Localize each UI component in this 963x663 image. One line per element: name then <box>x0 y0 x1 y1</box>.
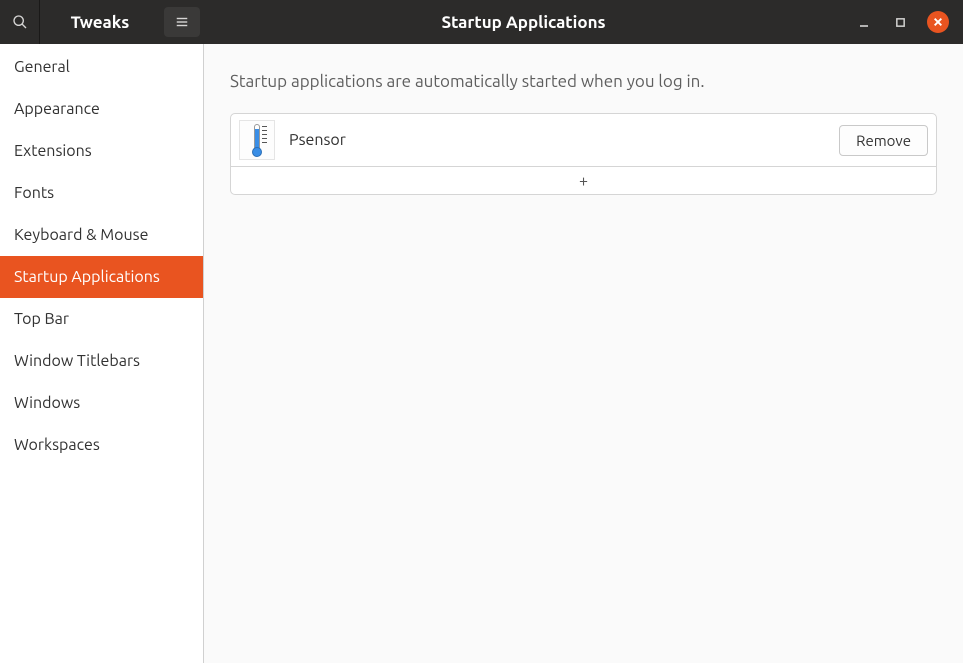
titlebar-center: Startup Applications <box>204 13 843 32</box>
sidebar-item-startup-applications[interactable]: Startup Applications <box>0 256 203 298</box>
sidebar-item-general[interactable]: General <box>0 46 203 88</box>
window-controls <box>843 11 963 33</box>
app-name-label: Psensor <box>289 131 839 149</box>
minimize-icon <box>858 16 870 28</box>
hamburger-icon <box>175 15 189 29</box>
page-description: Startup applications are automatically s… <box>230 72 937 91</box>
startup-app-list: Psensor Remove + <box>230 113 937 195</box>
minimize-button[interactable] <box>855 13 873 31</box>
search-icon <box>12 14 28 30</box>
startup-app-row: Psensor Remove <box>230 113 937 167</box>
search-button[interactable] <box>0 0 40 44</box>
sidebar-item-window-titlebars[interactable]: Window Titlebars <box>0 340 203 382</box>
sidebar-item-fonts[interactable]: Fonts <box>0 172 203 214</box>
window: Tweaks Startup Applications General Appe… <box>0 0 963 663</box>
thermometer-icon <box>247 123 267 157</box>
close-icon <box>933 17 943 27</box>
sidebar-item-appearance[interactable]: Appearance <box>0 88 203 130</box>
sidebar: General Appearance Extensions Fonts Keyb… <box>0 44 204 663</box>
sidebar-item-workspaces[interactable]: Workspaces <box>0 424 203 466</box>
titlebar-left: Tweaks <box>0 0 204 44</box>
sidebar-item-keyboard-mouse[interactable]: Keyboard & Mouse <box>0 214 203 256</box>
titlebar: Tweaks Startup Applications <box>0 0 963 44</box>
app-icon-container <box>239 120 275 160</box>
main-content: Startup applications are automatically s… <box>204 44 963 663</box>
window-title: Startup Applications <box>441 13 605 32</box>
close-button[interactable] <box>927 11 949 33</box>
body: General Appearance Extensions Fonts Keyb… <box>0 44 963 663</box>
sidebar-item-top-bar[interactable]: Top Bar <box>0 298 203 340</box>
sidebar-item-windows[interactable]: Windows <box>0 382 203 424</box>
sidebar-item-extensions[interactable]: Extensions <box>0 130 203 172</box>
add-startup-app-button[interactable]: + <box>230 167 937 195</box>
app-title: Tweaks <box>40 13 160 32</box>
hamburger-menu-button[interactable] <box>164 7 200 37</box>
remove-button[interactable]: Remove <box>839 125 928 156</box>
maximize-icon <box>895 17 906 28</box>
plus-icon: + <box>579 172 588 190</box>
maximize-button[interactable] <box>891 13 909 31</box>
